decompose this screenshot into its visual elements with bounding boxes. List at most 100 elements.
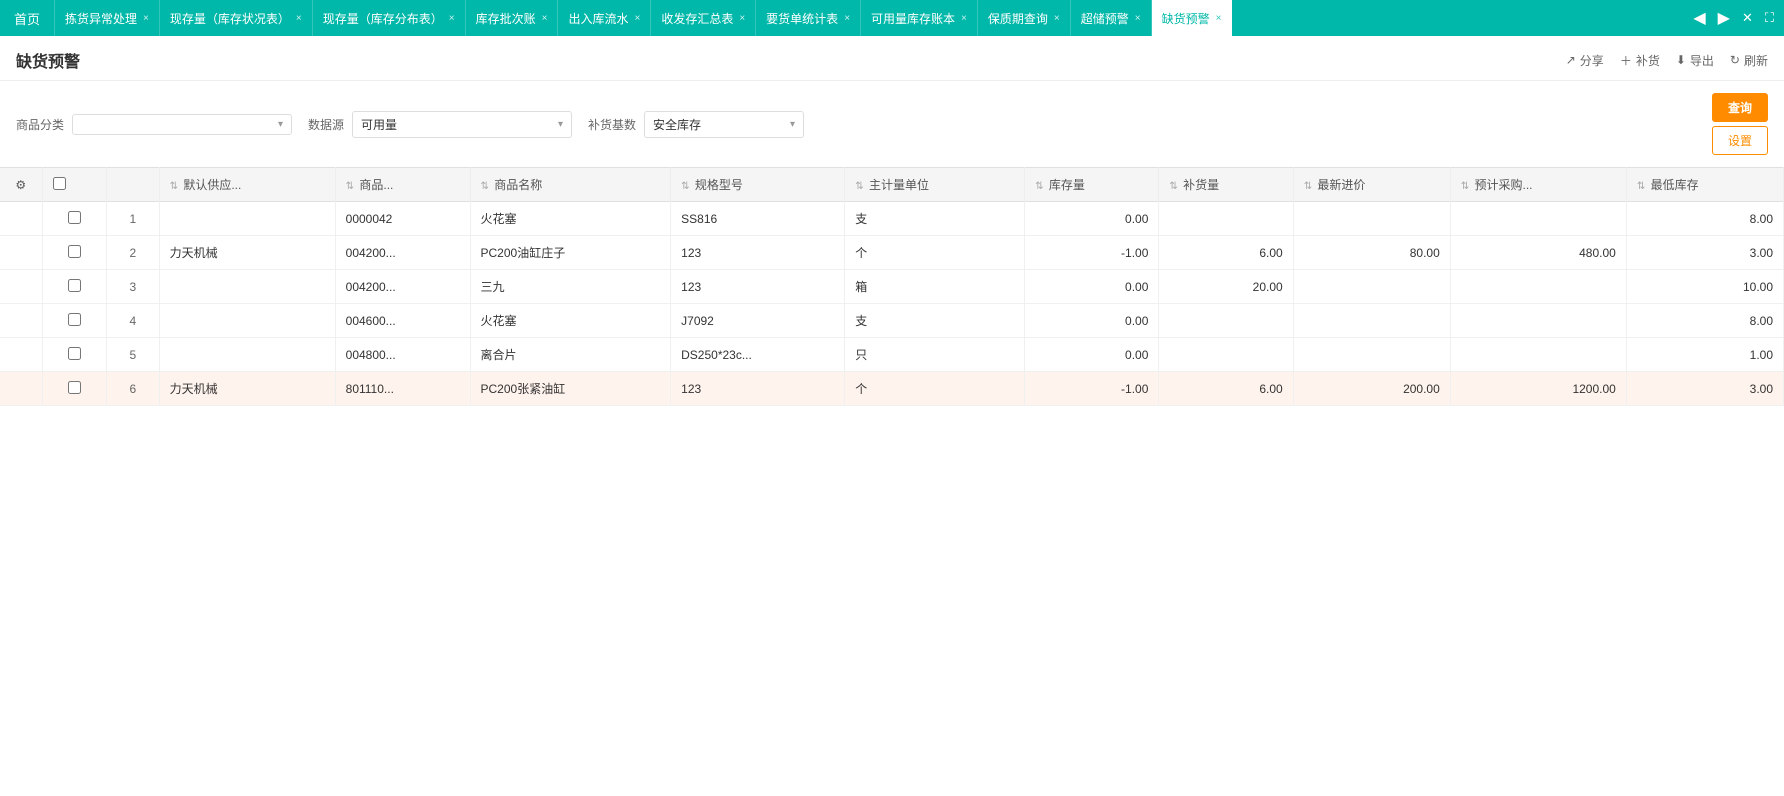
query-button[interactable]: 查询 (1712, 93, 1768, 122)
nav-tab-label-demand-stats: 要货单统计表 (766, 10, 838, 27)
page-header: 缺货预警 ↗ 分享 ＋ 补货 ⬇ 导出 ↻ 刷新 (0, 36, 1784, 81)
nav-tab-close-chain-exception[interactable]: × (143, 13, 149, 24)
row-checkbox-1[interactable] (68, 245, 81, 258)
row-product-name-1: PC200油缸庄子 (470, 236, 671, 270)
table-row: 3004200...三九123箱0.0020.0010.00 (0, 270, 1784, 304)
row-checkbox-3[interactable] (68, 313, 81, 326)
row-min-stock-3: 8.00 (1626, 304, 1783, 338)
row-min-stock-2: 10.00 (1626, 270, 1783, 304)
nav-fullscreen-button[interactable]: ⛶ (1759, 0, 1780, 36)
row-replenish-qty-4 (1159, 338, 1293, 372)
replenish-base-label: 补货基数 (588, 116, 636, 133)
row-estimated-purchase-1: 480.00 (1450, 236, 1626, 270)
nav-tab-home[interactable]: 首页 (0, 0, 55, 36)
nav-tab-label-shortage-warning: 缺货预警 (1162, 10, 1210, 27)
nav-tab-label-home: 首页 (14, 9, 40, 28)
nav-prev-button[interactable]: ◀ (1687, 0, 1711, 36)
row-checkbox-cell-5 (42, 372, 107, 406)
row-checkbox-0[interactable] (68, 211, 81, 224)
category-select[interactable]: ▾ (72, 114, 292, 135)
row-estimated-purchase-5: 1200.00 (1450, 372, 1626, 406)
row-gear-0 (0, 202, 42, 236)
nav-tab-stock-dist[interactable]: 现存量（库存分布表）× (313, 0, 466, 36)
nav-tab-label-stock-status: 现存量（库存状况表） (170, 10, 290, 27)
export-button[interactable]: ⬇ 导出 (1676, 52, 1714, 69)
row-latest-price-4 (1293, 338, 1450, 372)
settings-button[interactable]: 设置 (1712, 126, 1768, 155)
table-body: 10000042火花塞SS816支0.008.002力天机械004200...P… (0, 202, 1784, 406)
replenish-icon: ＋ (1620, 52, 1632, 69)
th-stock-qty[interactable]: ⇅ 库存量 (1025, 168, 1159, 202)
row-supplier-5: 力天机械 (159, 372, 335, 406)
th-supplier[interactable]: ⇅ 默认供应... (159, 168, 335, 202)
th-product-name[interactable]: ⇅ 商品名称 (470, 168, 671, 202)
nav-tab-close-overstock-warning[interactable]: × (1135, 13, 1141, 24)
nav-tab-stock-status[interactable]: 现存量（库存状况表） × (160, 0, 313, 36)
nav-tab-label-chain-exception: 拣货异常处理 (65, 10, 137, 27)
th-unit-label: 主计量单位 (869, 178, 929, 192)
nav-tab-overstock-warning[interactable]: 超储预警 × (1071, 0, 1152, 36)
select-all-checkbox[interactable] (53, 177, 66, 190)
nav-close-button[interactable]: ✕ (1736, 0, 1759, 36)
row-latest-price-1: 80.00 (1293, 236, 1450, 270)
nav-tab-label-expiry-query: 保质期查询 (988, 10, 1048, 27)
row-min-stock-1: 3.00 (1626, 236, 1783, 270)
th-estimated-purchase[interactable]: ⇅ 预计采购... (1450, 168, 1626, 202)
nav-tab-demand-stats[interactable]: 要货单统计表 × (756, 0, 861, 36)
th-estimated-purchase-label: 预计采购... (1475, 178, 1533, 192)
th-product-name-label: 商品名称 (494, 178, 542, 192)
nav-tab-close-shortage-warning[interactable]: × (1216, 13, 1222, 24)
share-button[interactable]: ↗ 分享 (1566, 52, 1604, 69)
nav-tab-close-stock-status[interactable]: × (296, 13, 302, 24)
nav-tab-close-demand-stats[interactable]: × (844, 13, 850, 24)
th-min-stock[interactable]: ⇅ 最低库存 (1626, 168, 1783, 202)
row-supplier-0 (159, 202, 335, 236)
row-checkbox-cell-1 (42, 236, 107, 270)
nav-tab-available-ledger[interactable]: 可用量库存账本 × (861, 0, 978, 36)
nav-tab-close-inout-flow[interactable]: × (634, 13, 640, 24)
row-estimated-purchase-3 (1450, 304, 1626, 338)
nav-tab-batch-account[interactable]: 库存批次账× (466, 0, 559, 36)
replenish-base-select[interactable]: 安全库存 ▾ (644, 111, 804, 138)
row-gear-1 (0, 236, 42, 270)
th-replenish-qty[interactable]: ⇅ 补货量 (1159, 168, 1293, 202)
nav-tab-label-overstock-warning: 超储预警 (1081, 10, 1129, 27)
row-checkbox-5[interactable] (68, 381, 81, 394)
data-table: ⚙ ⇅ 默认供应... ⇅ 商品... ⇅ (0, 167, 1784, 406)
nav-tab-close-batch-account[interactable]: × (542, 13, 548, 24)
nav-tab-close-available-ledger[interactable]: × (961, 13, 967, 24)
nav-tab-close-stock-dist[interactable]: × (449, 13, 455, 24)
nav-tab-label-available-ledger: 可用量库存账本 (871, 10, 955, 27)
nav-tab-chain-exception[interactable]: 拣货异常处理 × (55, 0, 160, 36)
category-chevron-icon: ▾ (278, 119, 283, 130)
filter-actions: 查询 设置 (1712, 93, 1768, 155)
th-settings[interactable]: ⚙ (0, 168, 42, 202)
table-row: 6力天机械801110...PC200张紧油缸123个-1.006.00200.… (0, 372, 1784, 406)
th-num (107, 168, 160, 202)
th-unit[interactable]: ⇅ 主计量单位 (845, 168, 1025, 202)
page-content: 缺货预警 ↗ 分享 ＋ 补货 ⬇ 导出 ↻ 刷新 商品分类 (0, 36, 1784, 796)
th-spec[interactable]: ⇅ 规格型号 (671, 168, 845, 202)
nav-tab-shortage-warning[interactable]: 缺货预警 × (1152, 0, 1233, 36)
row-stock-qty-0: 0.00 (1025, 202, 1159, 236)
refresh-button[interactable]: ↻ 刷新 (1730, 52, 1768, 69)
replenish-button[interactable]: ＋ 补货 (1620, 52, 1660, 69)
row-checkbox-4[interactable] (68, 347, 81, 360)
product-code-sort-icon: ⇅ (346, 181, 354, 192)
category-filter-group: 商品分类 ▾ (16, 114, 292, 135)
estimated-purchase-sort-icon: ⇅ (1461, 181, 1469, 192)
datasource-select[interactable]: 可用量 ▾ (352, 111, 572, 138)
row-checkbox-2[interactable] (68, 279, 81, 292)
unit-sort-icon: ⇅ (855, 181, 863, 192)
row-stock-qty-2: 0.00 (1025, 270, 1159, 304)
th-product-code[interactable]: ⇅ 商品... (335, 168, 470, 202)
nav-tab-receive-summary[interactable]: 收发存汇总表× (651, 0, 756, 36)
row-replenish-qty-0 (1159, 202, 1293, 236)
th-latest-price[interactable]: ⇅ 最新进价 (1293, 168, 1450, 202)
nav-tab-close-expiry-query[interactable]: × (1054, 13, 1060, 24)
nav-tab-expiry-query[interactable]: 保质期查询 × (978, 0, 1071, 36)
nav-tab-inout-flow[interactable]: 出入库流水× (558, 0, 651, 36)
nav-next-button[interactable]: ▶ (1712, 0, 1736, 36)
nav-tab-close-receive-summary[interactable]: × (739, 13, 745, 24)
row-product-code-0: 0000042 (335, 202, 470, 236)
